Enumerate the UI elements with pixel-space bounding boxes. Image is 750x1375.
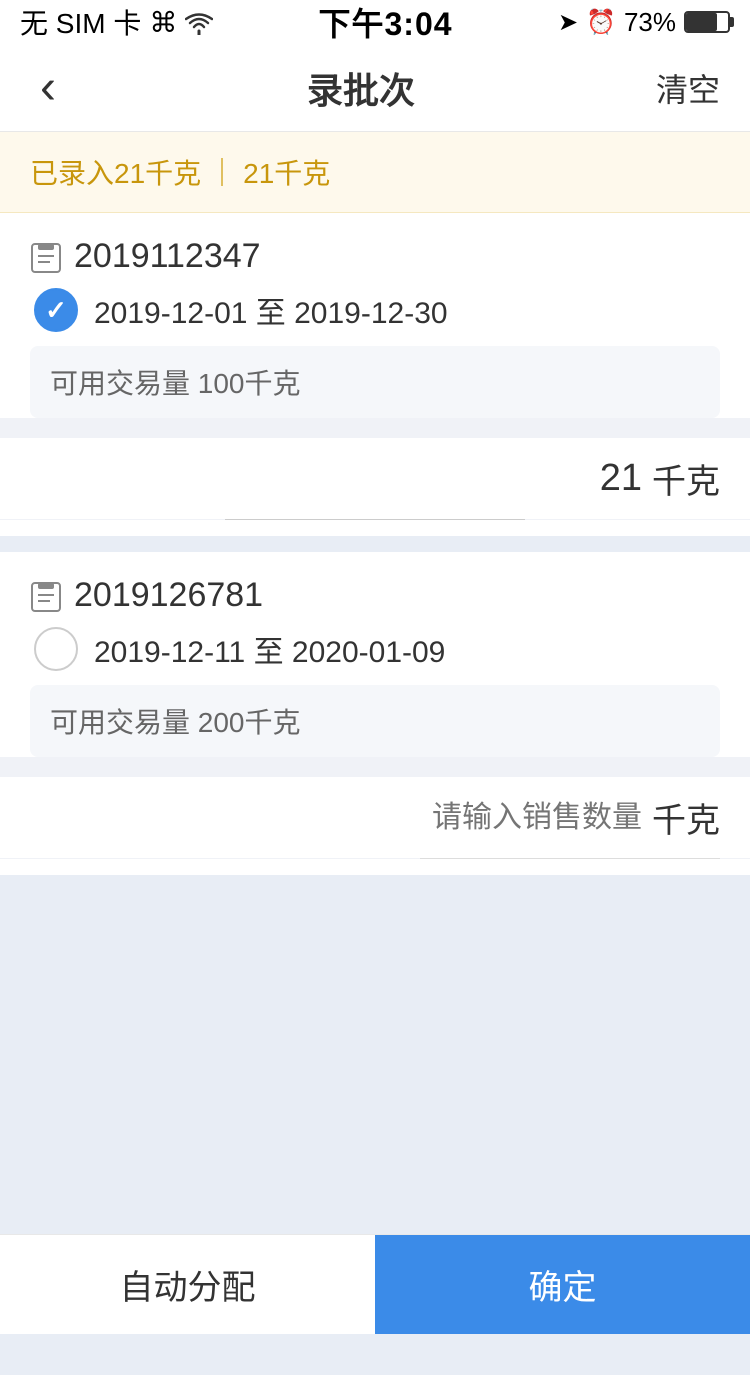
recorded-label: 已录入21千克 — [30, 152, 201, 192]
batch1-spacer — [0, 520, 750, 536]
section-separator — [0, 536, 750, 552]
auto-distribute-button[interactable]: 自动分配 — [0, 1235, 375, 1334]
batch2-id: 2019126781 — [74, 576, 263, 615]
clear-button[interactable]: 清空 — [656, 65, 720, 111]
batch2-spacer — [0, 859, 750, 875]
status-bar: 无 SIM 卡 ⌘ 下午3:04 ➤ ⏰ 73% — [0, 0, 750, 44]
batch1-amount-row: 千克 — [0, 438, 750, 519]
batch-item-1: 2019112347 2019-12-01 至 2019-12-30 可用交易量… — [0, 213, 750, 418]
batch1-date-row[interactable]: 2019-12-01 至 2019-12-30 — [30, 288, 720, 332]
batch1-unit: 千克 — [652, 454, 720, 503]
batch2-date: 2019-12-11 至 2020-01-09 — [94, 627, 445, 671]
status-left: 无 SIM 卡 ⌘ — [20, 2, 213, 42]
batch-item-2: 2019126781 2019-12-11 至 2020-01-09 可用交易量… — [0, 552, 750, 757]
status-right: ➤ ⏰ 73% — [558, 7, 730, 38]
wifi-icon: ⌘ — [149, 6, 213, 39]
batch2-unit: 千克 — [652, 793, 720, 842]
page-title: 录批次 — [307, 62, 415, 114]
bottom-bar: 自动分配 确定 — [0, 1234, 750, 1334]
batch2-icon — [30, 576, 62, 615]
total-label: 21千克 — [243, 152, 330, 192]
confirm-button[interactable]: 确定 — [375, 1235, 750, 1334]
batch2-amount-input[interactable] — [342, 801, 642, 835]
batch1-radio[interactable] — [34, 288, 78, 332]
batch1-header: 2019112347 — [30, 237, 720, 276]
batch2-date-row[interactable]: 2019-12-11 至 2020-01-09 — [30, 627, 720, 671]
batch1-amount-input[interactable] — [522, 457, 642, 500]
battery-percent: 73% — [624, 7, 676, 38]
back-button[interactable]: ‹ — [30, 50, 66, 125]
banner-divider — [221, 158, 223, 186]
no-sim-text: 无 SIM 卡 — [20, 2, 141, 42]
batch1-available: 可用交易量 100千克 — [30, 346, 720, 418]
batch2-input-row: 千克 — [0, 777, 750, 858]
batch2-header: 2019126781 — [30, 576, 720, 615]
info-banner: 已录入21千克 21千克 — [0, 132, 750, 213]
batch1-date: 2019-12-01 至 2019-12-30 — [94, 288, 448, 332]
batch2-available: 可用交易量 200千克 — [30, 685, 720, 757]
battery-icon — [684, 11, 730, 33]
batch2-radio[interactable] — [34, 627, 78, 671]
location-icon: ➤ — [558, 8, 578, 37]
status-time: 下午3:04 — [319, 0, 453, 45]
batch1-id: 2019112347 — [74, 237, 261, 276]
batch1-icon — [30, 237, 62, 276]
nav-bar: ‹ 录批次 清空 — [0, 44, 750, 132]
alarm-icon: ⏰ — [586, 8, 616, 37]
